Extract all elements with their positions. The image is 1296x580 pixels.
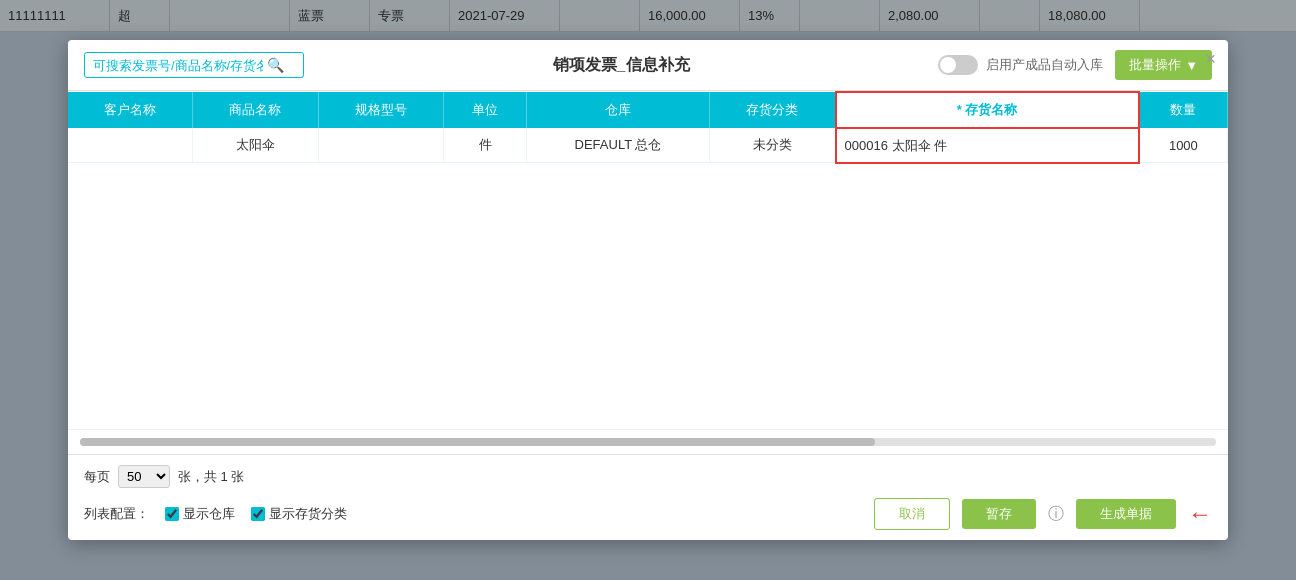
batch-label: 批量操作 [1129,56,1181,74]
cell-quantity: 1000 [1139,128,1228,163]
generate-button[interactable]: 生成单据 [1076,499,1176,529]
col-spec: 规格型号 [318,92,444,128]
modal-header: 🔍 销项发票_信息补充 启用产成品自动入库 批量操作 ▼ × [68,40,1228,91]
col-inventory-name: * 存货名称 [836,92,1139,128]
show-warehouse-checkbox[interactable]: 显示仓库 [165,505,235,523]
horizontal-scrollbar[interactable] [68,429,1228,454]
cell-spec [318,128,444,163]
per-page-unit: 张，共 1 张 [178,468,244,486]
modal-footer: 每页 50 100 200 张，共 1 张 列表配置： 显示仓库 [68,454,1228,540]
config-label: 列表配置： [84,505,149,523]
table-body: 太阳伞 件 DEFAULT 总仓 未分类 1000 [68,128,1228,163]
search-box[interactable]: 🔍 [84,52,304,78]
col-category: 存货分类 [709,92,835,128]
show-category-checkbox[interactable]: 显示存货分类 [251,505,347,523]
search-input[interactable] [93,58,263,73]
show-category-check[interactable] [251,507,265,521]
modal-body: 客户名称 商品名称 规格型号 单位 仓库 存货分类 * 存货名称 数量 太阳伞 [68,91,1228,429]
scrollbar-track [80,438,1216,446]
per-page-select[interactable]: 50 100 200 [118,465,170,488]
cell-customer [68,128,193,163]
help-icon[interactable]: ⓘ [1048,504,1064,525]
show-warehouse-check[interactable] [165,507,179,521]
modal-dialog: 🔍 销项发票_信息补充 启用产成品自动入库 批量操作 ▼ × 客户名称 商品名称 [68,40,1228,540]
table-row: 太阳伞 件 DEFAULT 总仓 未分类 1000 [68,128,1228,163]
cell-unit: 件 [444,128,527,163]
modal-overlay: 🔍 销项发票_信息补充 启用产成品自动入库 批量操作 ▼ × 客户名称 商品名称 [0,0,1296,580]
data-table: 客户名称 商品名称 规格型号 单位 仓库 存货分类 * 存货名称 数量 太阳伞 [68,91,1228,164]
cancel-button[interactable]: 取消 [874,498,950,530]
cell-product: 太阳伞 [193,128,319,163]
col-quantity: 数量 [1139,92,1228,128]
close-button[interactable]: × [1205,50,1216,68]
batch-operation-button[interactable]: 批量操作 ▼ [1115,50,1212,80]
per-page-label: 每页 [84,468,110,486]
arrow-icon: ← [1188,500,1212,528]
cell-inventory-name[interactable] [836,128,1139,163]
footer-actions-row: 列表配置： 显示仓库 显示存货分类 取消 暂存 ⓘ 生成单据 ← [84,498,1212,530]
chevron-down-icon: ▼ [1185,58,1198,73]
cell-category: 未分类 [709,128,835,163]
auto-warehouse-toggle[interactable] [938,55,978,75]
show-warehouse-label: 显示仓库 [183,505,235,523]
col-unit: 单位 [444,92,527,128]
col-product: 商品名称 [193,92,319,128]
col-customer: 客户名称 [68,92,193,128]
footer-buttons: 取消 暂存 ⓘ 生成单据 ← [874,498,1212,530]
inventory-name-input[interactable] [845,138,1130,153]
show-category-label: 显示存货分类 [269,505,347,523]
col-warehouse: 仓库 [527,92,709,128]
pagination-row: 每页 50 100 200 张，共 1 张 [84,465,1212,488]
modal-title: 销项发票_信息补充 [304,55,938,76]
save-button[interactable]: 暂存 [962,499,1036,529]
toggle-area: 启用产成品自动入库 [938,55,1103,75]
cell-warehouse: DEFAULT 总仓 [527,128,709,163]
config-side: 列表配置： 显示仓库 显示存货分类 [84,505,347,523]
toggle-label: 启用产成品自动入库 [986,56,1103,74]
table-header: 客户名称 商品名称 规格型号 单位 仓库 存货分类 * 存货名称 数量 [68,92,1228,128]
scrollbar-thumb[interactable] [80,438,875,446]
search-icon: 🔍 [267,57,284,73]
